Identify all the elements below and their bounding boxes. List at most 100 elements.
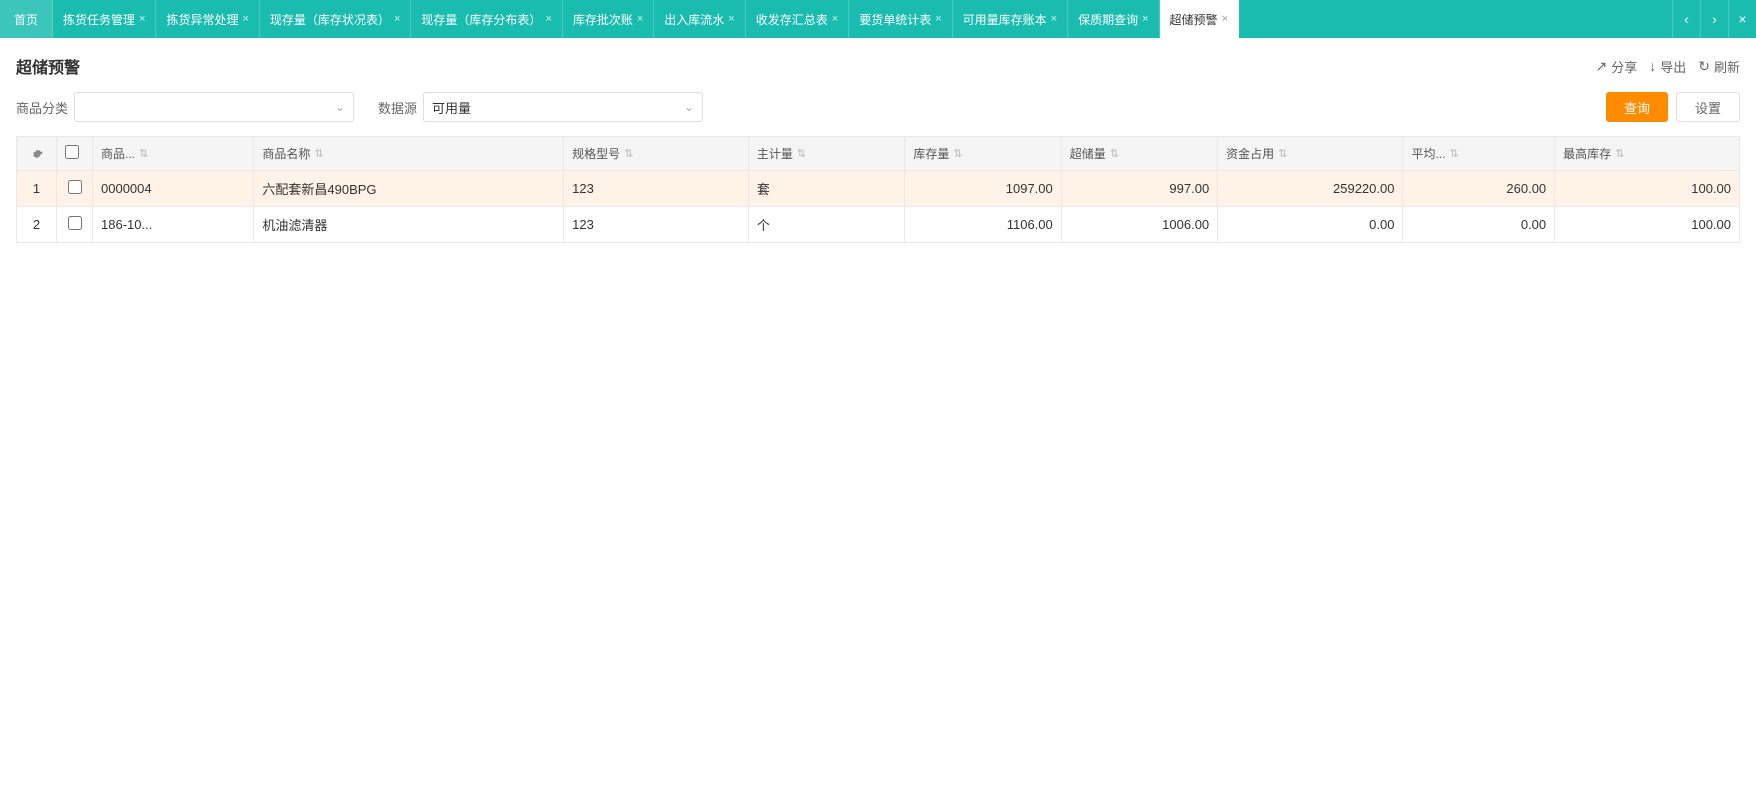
th-spec-label: 规格型号 — [572, 145, 620, 162]
cell-capital-1: 0.00 — [1218, 207, 1403, 243]
cell-overstock-0: 997.00 — [1061, 171, 1217, 207]
share-label: 分享 — [1611, 57, 1637, 76]
cell-index-1: 2 — [17, 207, 57, 243]
cell-max-stock-0: 100.00 — [1555, 171, 1740, 207]
close-collect[interactable]: × — [832, 13, 838, 25]
th-product-name[interactable]: 商品名称 ⇅ — [254, 137, 564, 171]
cell-check-1[interactable] — [57, 207, 93, 243]
sort-icon-unit: ⇅ — [797, 147, 806, 160]
share-button[interactable]: ↗ 分享 — [1595, 57, 1637, 76]
close-task-mgmt[interactable]: × — [139, 13, 145, 25]
filter-actions: 查询 设置 — [1606, 92, 1740, 122]
cell-unit-1: 个 — [748, 207, 904, 243]
batch-label: 库存批次账 — [573, 11, 633, 28]
close-avail-stock[interactable]: × — [1051, 13, 1057, 25]
datasource-value: 可用量 — [432, 98, 471, 117]
nav-tab-exception[interactable]: 拣货异常处理 × — [156, 0, 259, 38]
th-max-stock[interactable]: 最高库存 ⇅ — [1555, 137, 1740, 171]
nav-tab-task-mgmt[interactable]: 拣货任务管理 × — [53, 0, 156, 38]
th-product-code[interactable]: 商品... ⇅ — [93, 137, 254, 171]
overstock-label: 超储预警 — [1170, 11, 1218, 28]
header-actions: ↗ 分享 ↓ 导出 ↻ 刷新 — [1595, 57, 1740, 76]
cell-product-name-1: 机油滤清器 — [254, 207, 564, 243]
sort-icon-product-code: ⇅ — [139, 147, 148, 160]
nav-tab-avail-stock[interactable]: 可用量库存账本 × — [953, 0, 1068, 38]
close-quality[interactable]: × — [1142, 13, 1148, 25]
category-select[interactable]: ⌄ — [74, 92, 354, 122]
table-body: 1 0000004 六配套新昌490BPG 123 套 1097.00 997.… — [17, 171, 1740, 243]
refresh-label: 刷新 — [1714, 57, 1740, 76]
refresh-icon: ↻ — [1698, 58, 1710, 75]
row-checkbox-0[interactable] — [68, 180, 82, 194]
th-check[interactable] — [57, 137, 93, 171]
category-label: 商品分类 — [16, 98, 68, 117]
datasource-chevron-icon: ⌄ — [684, 100, 694, 114]
task-mgmt-label: 拣货任务管理 — [63, 11, 135, 28]
th-product-code-label: 商品... — [101, 145, 135, 162]
inout-label: 出入库流水 — [664, 11, 724, 28]
cell-product-name-0: 六配套新昌490BPG — [254, 171, 564, 207]
sort-icon-overstock: ⇅ — [1110, 147, 1119, 160]
sort-icon-stock: ⇅ — [953, 147, 962, 160]
cell-avg-1: 0.00 — [1403, 207, 1555, 243]
close-batch[interactable]: × — [637, 13, 643, 25]
nav-tab-home[interactable]: 首页 — [0, 0, 53, 38]
select-all-checkbox[interactable] — [65, 145, 79, 159]
nav-tab-batch[interactable]: 库存批次账 × — [563, 0, 654, 38]
category-filter: 商品分类 ⌄ — [16, 92, 354, 122]
nav-arrow-close[interactable]: × — [1728, 0, 1756, 38]
th-unit-label: 主计量 — [757, 145, 793, 162]
cell-index-0: 1 — [17, 171, 57, 207]
th-spec[interactable]: 规格型号 ⇅ — [564, 137, 749, 171]
datasource-select[interactable]: 可用量 ⌄ — [423, 92, 703, 122]
data-table: 商品... ⇅ 商品名称 ⇅ 规格型号 ⇅ — [16, 136, 1740, 243]
close-inout[interactable]: × — [728, 13, 734, 25]
close-stock-status[interactable]: × — [394, 13, 400, 25]
th-unit[interactable]: 主计量 ⇅ — [748, 137, 904, 171]
query-button[interactable]: 查询 — [1606, 92, 1668, 122]
share-icon: ↗ — [1595, 58, 1607, 75]
filter-row: 商品分类 ⌄ 数据源 可用量 ⌄ 查询 设置 — [16, 92, 1740, 122]
th-stock[interactable]: 库存量 ⇅ — [905, 137, 1061, 171]
cell-overstock-1: 1006.00 — [1061, 207, 1217, 243]
nav-tab-overstock[interactable]: 超储预警 × — [1160, 0, 1239, 38]
exception-label: 拣货异常处理 — [166, 11, 238, 28]
th-avg-label: 平均... — [1411, 145, 1445, 162]
table-header: 商品... ⇅ 商品名称 ⇅ 规格型号 ⇅ — [17, 137, 1740, 171]
nav-tab-stock-dist[interactable]: 现存量（库存分布表） × — [411, 0, 562, 38]
page-header: 超储预警 ↗ 分享 ↓ 导出 ↻ 刷新 — [16, 54, 1740, 78]
nav-tab-order-stats[interactable]: 要货单统计表 × — [849, 0, 952, 38]
close-stock-dist[interactable]: × — [545, 13, 551, 25]
order-stats-label: 要货单统计表 — [859, 11, 931, 28]
close-exception[interactable]: × — [242, 13, 248, 25]
quality-label: 保质期查询 — [1078, 11, 1138, 28]
close-order-stats[interactable]: × — [935, 13, 941, 25]
close-overstock[interactable]: × — [1222, 13, 1228, 25]
nav-arrow-left[interactable]: ‹ — [1672, 0, 1700, 38]
sort-icon-max-stock: ⇅ — [1615, 147, 1624, 160]
nav-arrow-right[interactable]: › — [1700, 0, 1728, 38]
nav-tab-quality[interactable]: 保质期查询 × — [1068, 0, 1159, 38]
table-row: 1 0000004 六配套新昌490BPG 123 套 1097.00 997.… — [17, 171, 1740, 207]
table-row: 2 186-10... 机油滤清器 123 个 1106.00 1006.00 … — [17, 207, 1740, 243]
cell-check-0[interactable] — [57, 171, 93, 207]
nav-tab-inout[interactable]: 出入库流水 × — [654, 0, 745, 38]
refresh-button[interactable]: ↻ 刷新 — [1698, 57, 1740, 76]
th-overstock-label: 超储量 — [1070, 145, 1106, 162]
cell-capital-0: 259220.00 — [1218, 171, 1403, 207]
row-checkbox-1[interactable] — [68, 216, 82, 230]
th-gear[interactable] — [17, 137, 57, 171]
th-avg[interactable]: 平均... ⇅ — [1403, 137, 1555, 171]
nav-tab-collect[interactable]: 收发存汇总表 × — [746, 0, 849, 38]
datasource-filter: 数据源 可用量 ⌄ — [378, 92, 703, 122]
th-product-name-label: 商品名称 — [262, 145, 310, 162]
export-button[interactable]: ↓ 导出 — [1649, 57, 1686, 76]
page-title: 超储预警 — [16, 54, 80, 78]
th-capital[interactable]: 资金占用 ⇅ — [1218, 137, 1403, 171]
cell-spec-1: 123 — [564, 207, 749, 243]
stock-dist-label: 现存量（库存分布表） — [421, 11, 541, 28]
cell-product-code-1: 186-10... — [93, 207, 254, 243]
nav-tab-stock-status[interactable]: 现存量（库存状况表） × — [260, 0, 411, 38]
th-overstock[interactable]: 超储量 ⇅ — [1061, 137, 1217, 171]
settings-button[interactable]: 设置 — [1676, 92, 1740, 122]
